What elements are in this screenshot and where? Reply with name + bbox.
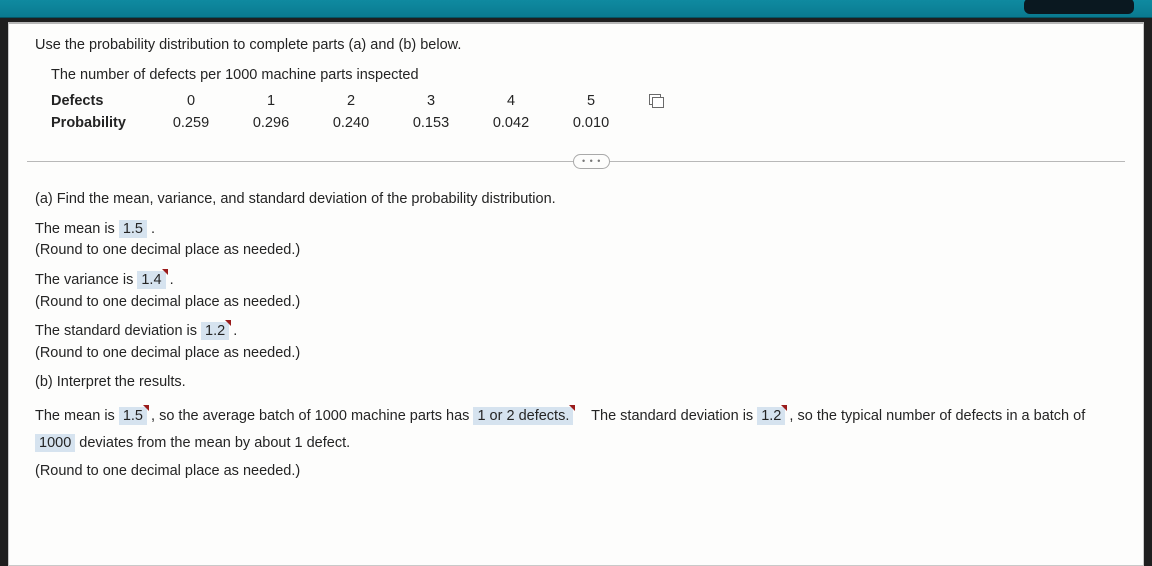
interp-text: The standard deviation is xyxy=(591,408,757,424)
table-caption: The number of defects per 1000 machine p… xyxy=(51,66,1119,86)
rounding-note: (Round to one decimal place as needed.) xyxy=(35,463,300,479)
interp-mean-input[interactable]: 1.5 xyxy=(119,407,147,425)
mean-answer-input[interactable]: 1.5 xyxy=(119,220,147,238)
copy-icon[interactable] xyxy=(649,94,663,106)
topbar-button[interactable] xyxy=(1024,0,1134,14)
interpretation-block: The mean is 1.5 , so the average batch o… xyxy=(35,403,1119,486)
interp-defects-select[interactable]: 1 or 2 defects. xyxy=(473,407,573,425)
variance-label: The variance is xyxy=(35,272,137,288)
variance-block: The variance is 1.4 . (Round to one deci… xyxy=(35,271,1119,312)
rounding-note: (Round to one decimal place as needed.) xyxy=(35,344,1119,364)
mean-label: The mean is xyxy=(35,221,119,237)
prob-val: 0.240 xyxy=(311,113,391,135)
part-b-prompt: (b) Interpret the results. xyxy=(35,373,1119,393)
prob-val: 0.296 xyxy=(231,113,311,135)
col-val: 3 xyxy=(391,91,471,113)
prob-val: 0.259 xyxy=(151,113,231,135)
rounding-note: (Round to one decimal place as needed.) xyxy=(35,293,1119,313)
prob-val: 0.010 xyxy=(551,113,631,135)
variance-answer-input[interactable]: 1.4 xyxy=(137,271,165,289)
app-topbar xyxy=(0,0,1152,18)
part-a-prompt: (a) Find the mean, variance, and standar… xyxy=(35,190,1119,210)
col-val: 5 xyxy=(551,91,631,113)
interp-batch-input[interactable]: 1000 xyxy=(35,434,75,452)
prob-val: 0.042 xyxy=(471,113,551,135)
table-row: Probability 0.259 0.296 0.240 0.153 0.04… xyxy=(51,113,711,135)
question-intro: Use the probability distribution to comp… xyxy=(35,36,1119,56)
col-val: 0 xyxy=(151,91,231,113)
col-val: 1 xyxy=(231,91,311,113)
interp-text: , so the average batch of 1000 machine p… xyxy=(151,408,473,424)
table-row: Defects 0 1 2 3 4 5 xyxy=(51,91,711,113)
interp-text: deviates from the mean by about 1 defect… xyxy=(79,435,350,451)
interp-text: , so the typical number of defects in a … xyxy=(789,408,1085,424)
period: . xyxy=(151,221,155,237)
interp-text: The mean is xyxy=(35,408,119,424)
defects-header: Defects xyxy=(51,91,151,113)
distribution-table: Defects 0 1 2 3 4 5 Probability 0.259 0.… xyxy=(51,91,711,134)
mean-block: The mean is 1.5 . (Round to one decimal … xyxy=(35,220,1119,261)
col-val: 2 xyxy=(311,91,391,113)
question-paper: Use the probability distribution to comp… xyxy=(8,22,1144,566)
probability-header: Probability xyxy=(51,113,151,135)
expand-ellipsis-button[interactable]: • • • xyxy=(573,154,610,169)
period: . xyxy=(170,272,174,288)
rounding-note: (Round to one decimal place as needed.) xyxy=(35,241,1119,261)
sd-label: The standard deviation is xyxy=(35,323,201,339)
prob-val: 0.153 xyxy=(391,113,471,135)
col-val: 4 xyxy=(471,91,551,113)
period: . xyxy=(233,323,237,339)
paper-shadow: Use the probability distribution to comp… xyxy=(0,18,1152,566)
sd-block: The standard deviation is 1.2 . (Round t… xyxy=(35,322,1119,363)
distribution-block: The number of defects per 1000 machine p… xyxy=(51,66,1119,135)
sd-answer-input[interactable]: 1.2 xyxy=(201,322,229,340)
interp-sd-input[interactable]: 1.2 xyxy=(757,407,785,425)
section-divider: • • • xyxy=(33,152,1119,172)
